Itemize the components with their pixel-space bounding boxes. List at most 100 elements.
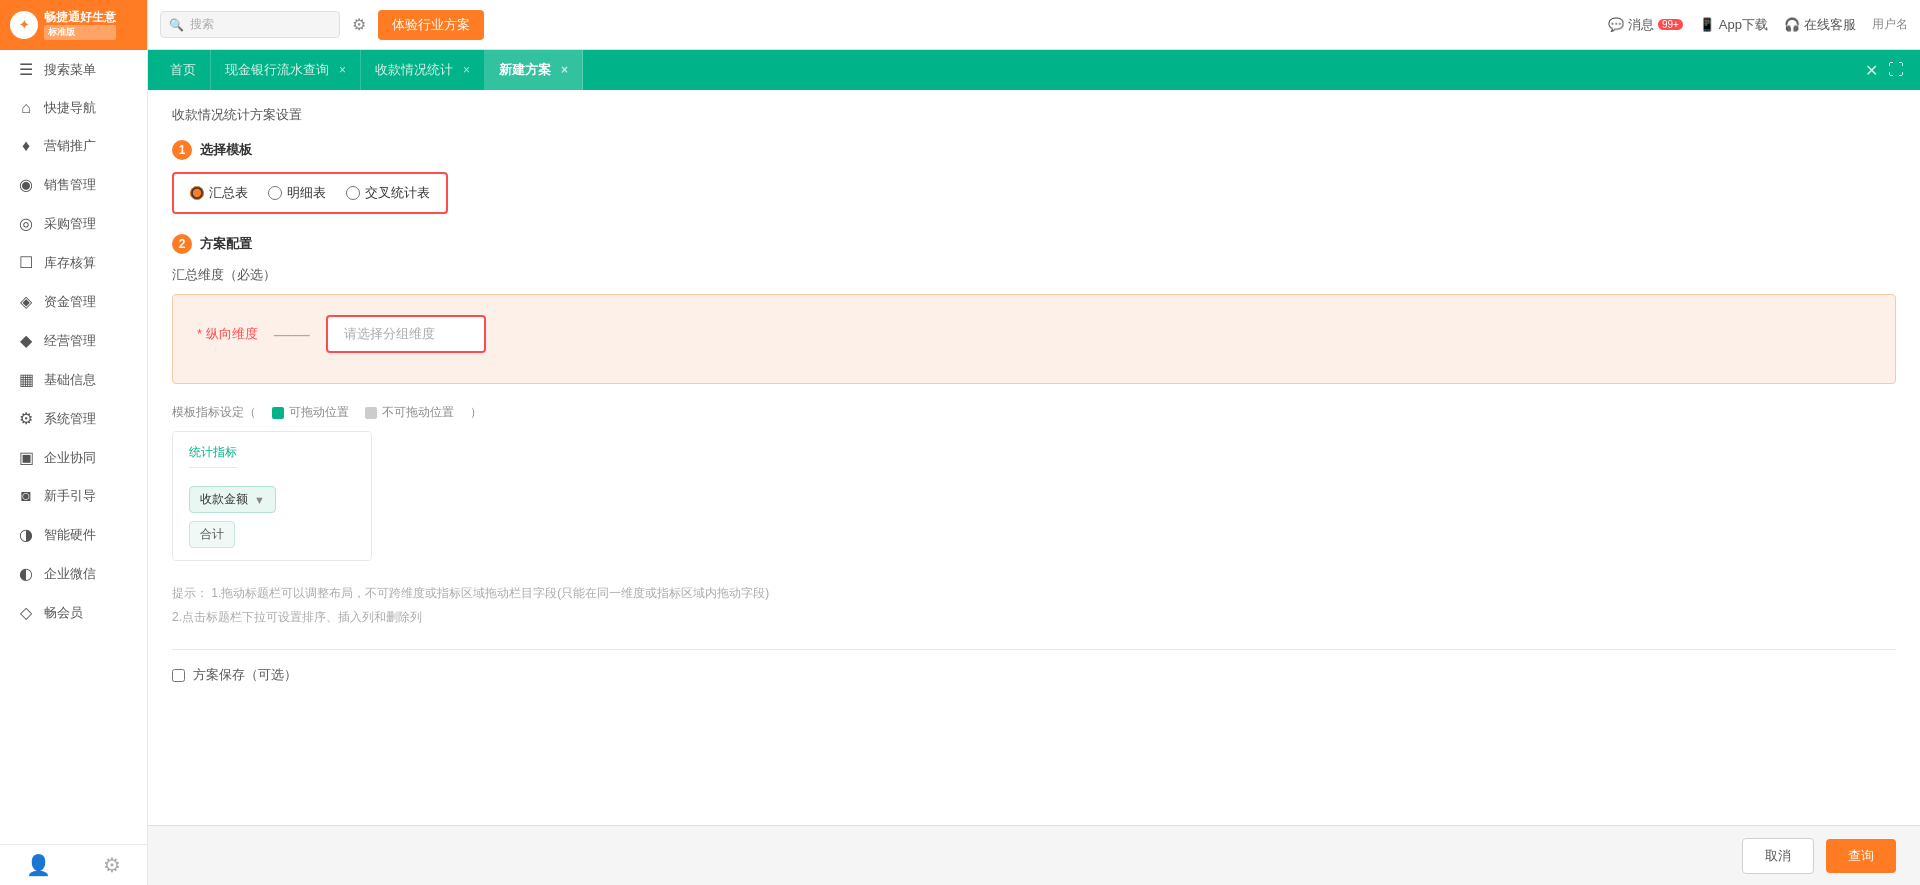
tab-bank-flow-close[interactable]: × xyxy=(339,63,346,77)
notification-item[interactable]: 💬 消息 99+ xyxy=(1608,16,1683,34)
sidebar-item-label: 基础信息 xyxy=(44,371,96,389)
basic-info-icon: ▦ xyxy=(16,370,36,389)
sidebar-item-marketing[interactable]: ♦ 营销推广 xyxy=(0,127,147,165)
tab-receipt-stats-close[interactable]: × xyxy=(463,63,470,77)
sidebar-item-smart-hw[interactable]: ◑ 智能硬件 xyxy=(0,515,147,554)
close-window-icon[interactable]: ✕ xyxy=(1865,61,1878,80)
save-row: 方案保存（可选） xyxy=(172,649,1896,684)
tip-1: 提示： 1.拖动标题栏可以调整布局，不可跨维度或指标区域拖动栏目字段(只能在同一… xyxy=(172,581,1896,605)
sidebar-item-label: 资金管理 xyxy=(44,293,96,311)
username-label: 用户名 xyxy=(1872,16,1908,33)
fixed-dot xyxy=(365,407,377,419)
indicator-subtag-total-label: 合计 xyxy=(200,526,224,543)
dimension-row: * 纵向维度 —— 请选择分组维度 xyxy=(197,315,1871,353)
search-menu-icon: ☰ xyxy=(16,60,36,79)
sidebar-item-label: 搜索菜单 xyxy=(44,61,96,79)
cancel-button[interactable]: 取消 xyxy=(1742,838,1814,874)
tab-bank-flow[interactable]: 现金银行流水查询 × xyxy=(211,50,361,90)
radio-cross-input[interactable] xyxy=(346,186,360,200)
sidebar-item-member[interactable]: ◇ 畅会员 xyxy=(0,593,147,632)
maximize-icon[interactable]: ⛶ xyxy=(1888,61,1904,79)
tabbar: 首页 现金银行流水查询 × 收款情况统计 × 新建方案 × ✕ ⛶ xyxy=(148,50,1920,90)
member-icon: ◇ xyxy=(16,603,36,622)
user-profile-icon[interactable]: 👤 xyxy=(26,853,51,877)
page-title: 收款情况统计方案设置 xyxy=(172,106,1896,124)
brand-icon: ✦ xyxy=(10,11,38,39)
radio-detail-label: 明细表 xyxy=(287,184,326,202)
smart-hw-icon: ◑ xyxy=(16,525,36,544)
quick-nav-icon: ⌂ xyxy=(16,99,36,117)
sidebar-item-newbie[interactable]: ◙ 新手引导 xyxy=(0,477,147,515)
notification-label: 消息 xyxy=(1628,16,1654,34)
indicators-box: 统计指标 收款金额 ▼ 合计 xyxy=(172,431,372,561)
radio-detail-input[interactable] xyxy=(268,186,282,200)
sidebar-item-sales[interactable]: ◉ 销售管理 xyxy=(0,165,147,204)
legend-fixed-label: 不可拖动位置 xyxy=(382,404,454,421)
page-footer: 取消 查询 xyxy=(148,825,1920,885)
sidebar-item-basic-info[interactable]: ▦ 基础信息 xyxy=(0,360,147,399)
radio-detail[interactable]: 明细表 xyxy=(268,184,326,202)
step1-header: 1 选择模板 xyxy=(172,140,1896,160)
sidebar-item-operations[interactable]: ◆ 经营管理 xyxy=(0,321,147,360)
tab-receipt-stats[interactable]: 收款情况统计 × xyxy=(361,50,485,90)
sidebar-bottom: 👤 ⚙ xyxy=(0,844,147,885)
sidebar-item-label: 销售管理 xyxy=(44,176,96,194)
tab-new-plan[interactable]: 新建方案 × xyxy=(485,50,583,90)
tab-home-label: 首页 xyxy=(170,61,196,79)
service-icon: 🎧 xyxy=(1784,17,1800,32)
sidebar-item-quick-nav[interactable]: ⌂ 快捷导航 xyxy=(0,89,147,127)
sidebar-item-corp-collab[interactable]: ▣ 企业协同 xyxy=(0,438,147,477)
indicator-subtag-total[interactable]: 合计 xyxy=(189,521,235,548)
sidebar-item-finance[interactable]: ◈ 资金管理 xyxy=(0,282,147,321)
notification-badge: 99+ xyxy=(1658,19,1683,30)
dimension-arrow: —— xyxy=(274,324,310,345)
radio-summary-label: 汇总表 xyxy=(209,184,248,202)
topbar-search[interactable]: 🔍 搜索 xyxy=(160,11,340,38)
settings-gear-icon[interactable]: ⚙ xyxy=(352,15,366,34)
dimension-input[interactable]: 请选择分组维度 xyxy=(326,315,486,353)
step2-label: 方案配置 xyxy=(200,235,252,253)
step1-number: 1 xyxy=(172,140,192,160)
corp-wechat-icon: ◐ xyxy=(16,564,36,583)
save-label: 方案保存（可选） xyxy=(193,666,297,684)
step1-label: 选择模板 xyxy=(200,141,252,159)
sidebar: ✦ 畅捷通好生意 标准版 ☰ 搜索菜单 ⌂ 快捷导航 ♦ 营销推广 ◉ 销售管理… xyxy=(0,0,148,885)
radio-cross[interactable]: 交叉统计表 xyxy=(346,184,430,202)
indicator-tag-down-icon: ▼ xyxy=(254,494,265,506)
tab-new-plan-close[interactable]: × xyxy=(561,63,568,77)
sidebar-item-inventory[interactable]: ☐ 库存核算 xyxy=(0,243,147,282)
save-checkbox[interactable] xyxy=(172,669,185,682)
query-button[interactable]: 查询 xyxy=(1826,839,1896,873)
tips-section: 提示： 1.拖动标题栏可以调整布局，不可跨维度或指标区域拖动栏目字段(只能在同一… xyxy=(172,581,1896,629)
marketing-icon: ♦ xyxy=(16,137,36,155)
newbie-icon: ◙ xyxy=(16,487,36,505)
main-area: 🔍 搜索 ⚙ 体验行业方案 💬 消息 99+ 📱 App下载 🎧 在线客服 用户… xyxy=(148,0,1920,885)
radio-summary[interactable]: 汇总表 xyxy=(190,184,248,202)
step2-number: 2 xyxy=(172,234,192,254)
sidebar-item-search-menu[interactable]: ☰ 搜索菜单 xyxy=(0,50,147,89)
search-icon: 🔍 xyxy=(169,18,184,32)
sidebar-item-system[interactable]: ⚙ 系统管理 xyxy=(0,399,147,438)
sidebar-logo: ✦ 畅捷通好生意 标准版 xyxy=(0,0,147,50)
indicator-tag-payment-label: 收款金额 xyxy=(200,491,248,508)
system-icon: ⚙ xyxy=(16,409,36,428)
sidebar-item-corp-wechat[interactable]: ◐ 企业微信 xyxy=(0,554,147,593)
industry-btn[interactable]: 体验行业方案 xyxy=(378,10,484,40)
indicator-tag-payment[interactable]: 收款金额 ▼ xyxy=(189,486,276,513)
sidebar-item-purchase[interactable]: ◎ 采购管理 xyxy=(0,204,147,243)
radio-summary-input[interactable] xyxy=(190,186,204,200)
tab-home[interactable]: 首页 xyxy=(156,50,211,90)
brand-badge: 标准版 xyxy=(44,25,116,40)
finance-icon: ◈ xyxy=(16,292,36,311)
settings-icon[interactable]: ⚙ xyxy=(103,853,121,877)
topbar: 🔍 搜索 ⚙ 体验行业方案 💬 消息 99+ 📱 App下载 🎧 在线客服 用户… xyxy=(148,0,1920,50)
download-icon: 📱 xyxy=(1699,17,1715,32)
indicators-label: 模板指标设定（ 可拖动位置 不可拖动位置 ） xyxy=(172,404,1896,421)
sidebar-item-label: 营销推广 xyxy=(44,137,96,155)
app-download-item[interactable]: 📱 App下载 xyxy=(1699,16,1768,34)
step2-section: 2 方案配置 汇总维度（必选） * 纵向维度 —— 请选择分组维度 模板指标设定… xyxy=(172,234,1896,629)
tab-new-plan-label: 新建方案 xyxy=(499,61,551,79)
sidebar-item-label: 快捷导航 xyxy=(44,99,96,117)
sidebar-item-label: 智能硬件 xyxy=(44,526,96,544)
online-service-item[interactable]: 🎧 在线客服 xyxy=(1784,16,1856,34)
